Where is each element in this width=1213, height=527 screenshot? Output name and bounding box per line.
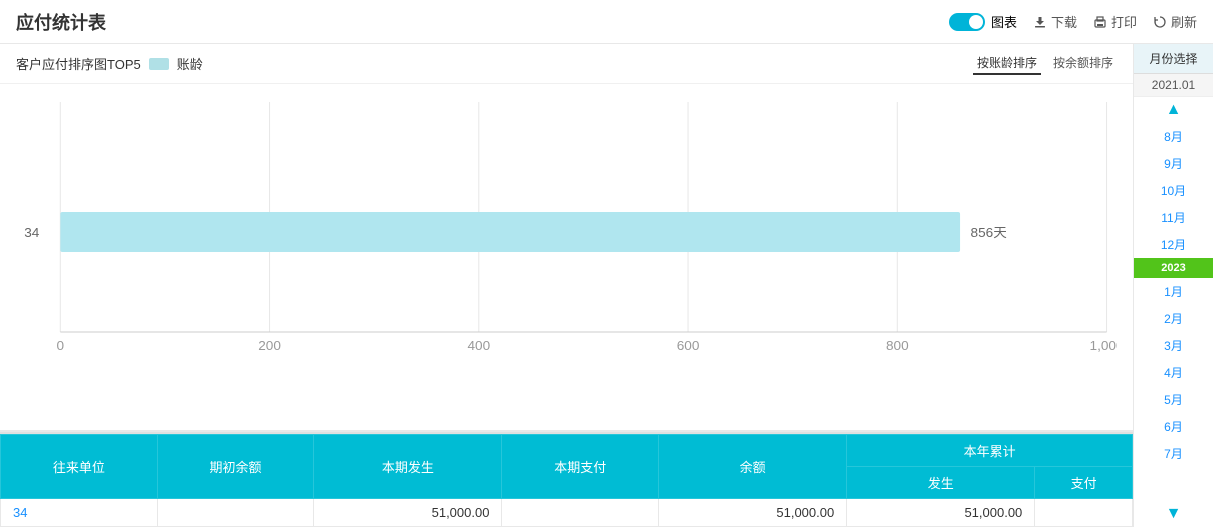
month-item-6[interactable]: 6月 — [1134, 413, 1213, 440]
col-current-pay-header: 本期支付 — [502, 435, 659, 499]
month-item-8[interactable]: 8月 — [1134, 123, 1213, 150]
scroll-up-arrow[interactable]: ▲ — [1134, 97, 1213, 123]
sidebar-current-date: 2021.01 — [1134, 74, 1213, 97]
month-item-10[interactable]: 10月 — [1134, 177, 1213, 204]
chart-toggle[interactable] — [949, 13, 985, 31]
page-header: 应付统计表 图表 下载 打印 — [0, 0, 1213, 44]
month-item-12[interactable]: 12月 — [1134, 231, 1213, 258]
month-sidebar: 月份选择 2021.01 ▲ 8月 9月 10月 11月 12月 2023 1月… — [1133, 44, 1213, 527]
page-title: 应付统计表 — [16, 9, 106, 35]
toggle-knob — [969, 15, 983, 29]
refresh-icon — [1153, 15, 1167, 29]
cell-current-occur: 51,000.00 — [314, 499, 502, 527]
month-item-2[interactable]: 2月 — [1134, 305, 1213, 332]
sidebar-header: 月份选择 — [1134, 44, 1213, 74]
svg-text:856天: 856天 — [971, 225, 1007, 240]
chart-legend: 客户应付排序图TOP5 账龄 — [16, 54, 203, 73]
chart-sort: 按账龄排序 按余额排序 — [973, 52, 1117, 75]
month-item-5[interactable]: 5月 — [1134, 386, 1213, 413]
col-opening-header: 期初余额 — [157, 435, 314, 499]
col-current-occur-header: 本期发生 — [314, 435, 502, 499]
chart-toggle-label: 图表 — [991, 12, 1017, 31]
col-balance-header: 余额 — [659, 435, 847, 499]
header-actions: 图表 下载 打印 — [949, 12, 1197, 31]
sort-by-balance-btn[interactable]: 按账龄排序 — [973, 52, 1041, 75]
table-row: 34 51,000.00 51,000.00 51,000.00 — [1, 499, 1133, 527]
download-label: 下载 — [1051, 12, 1077, 31]
download-button[interactable]: 下载 — [1033, 12, 1077, 31]
unit-link[interactable]: 34 — [13, 505, 27, 520]
table-area: 往来单位 期初余额 本期发生 本期支付 余额 本年累计 发生 支付 — [0, 432, 1133, 527]
svg-text:0: 0 — [57, 338, 65, 353]
month-item-7[interactable]: 7月 — [1134, 440, 1213, 467]
print-icon — [1093, 15, 1107, 29]
print-button[interactable]: 打印 — [1093, 12, 1137, 31]
month-list: 8月 9月 10月 11月 12月 2023 1月 2月 3月 4月 5月 6月… — [1134, 123, 1213, 501]
print-label: 打印 — [1111, 12, 1137, 31]
svg-text:400: 400 — [467, 338, 490, 353]
svg-text:600: 600 — [677, 338, 700, 353]
chart-header: 客户应付排序图TOP5 账龄 按账龄排序 按余额排序 — [0, 44, 1133, 84]
cell-opening — [157, 499, 314, 527]
chart-toggle-wrap[interactable]: 图表 — [949, 12, 1017, 31]
year-label-2023[interactable]: 2023 — [1134, 258, 1213, 278]
cell-unit: 34 — [1, 499, 158, 527]
col-unit-header: 往来单位 — [1, 435, 158, 499]
bar-chart: 34 856天 — [8, 92, 1117, 372]
cell-ytd-pay — [1035, 499, 1133, 527]
refresh-label: 刷新 — [1171, 12, 1197, 31]
svg-text:1,000: 1,000 — [1090, 338, 1117, 353]
month-item-9[interactable]: 9月 — [1134, 150, 1213, 177]
cell-ytd-occur: 51,000.00 — [847, 499, 1035, 527]
month-item-11[interactable]: 11月 — [1134, 204, 1213, 231]
cell-balance: 51,000.00 — [659, 499, 847, 527]
legend-box-label: 账龄 — [177, 54, 203, 73]
legend-title: 客户应付排序图TOP5 — [16, 54, 141, 73]
sort-by-amount-btn[interactable]: 按余额排序 — [1049, 52, 1117, 75]
data-table: 往来单位 期初余额 本期发生 本期支付 余额 本年累计 发生 支付 — [0, 434, 1133, 527]
col-ytd-pay-header: 支付 — [1035, 467, 1133, 499]
chart-panel: 客户应付排序图TOP5 账龄 按账龄排序 按余额排序 34 — [0, 44, 1133, 527]
chart-body: 34 856天 — [0, 84, 1133, 430]
svg-text:800: 800 — [886, 338, 909, 353]
month-item-3[interactable]: 3月 — [1134, 332, 1213, 359]
download-icon — [1033, 15, 1047, 29]
main-content: 客户应付排序图TOP5 账龄 按账龄排序 按余额排序 34 — [0, 44, 1213, 527]
cell-current-pay — [502, 499, 659, 527]
svg-text:200: 200 — [258, 338, 281, 353]
svg-text:34: 34 — [24, 225, 39, 240]
legend-box — [149, 58, 169, 70]
month-item-1[interactable]: 1月 — [1134, 278, 1213, 305]
month-item-4[interactable]: 4月 — [1134, 359, 1213, 386]
col-ytd-header: 本年累计 — [847, 435, 1133, 467]
scroll-down-arrow[interactable]: ▼ — [1134, 501, 1213, 527]
col-ytd-occur-header: 发生 — [847, 467, 1035, 499]
refresh-button[interactable]: 刷新 — [1153, 12, 1197, 31]
